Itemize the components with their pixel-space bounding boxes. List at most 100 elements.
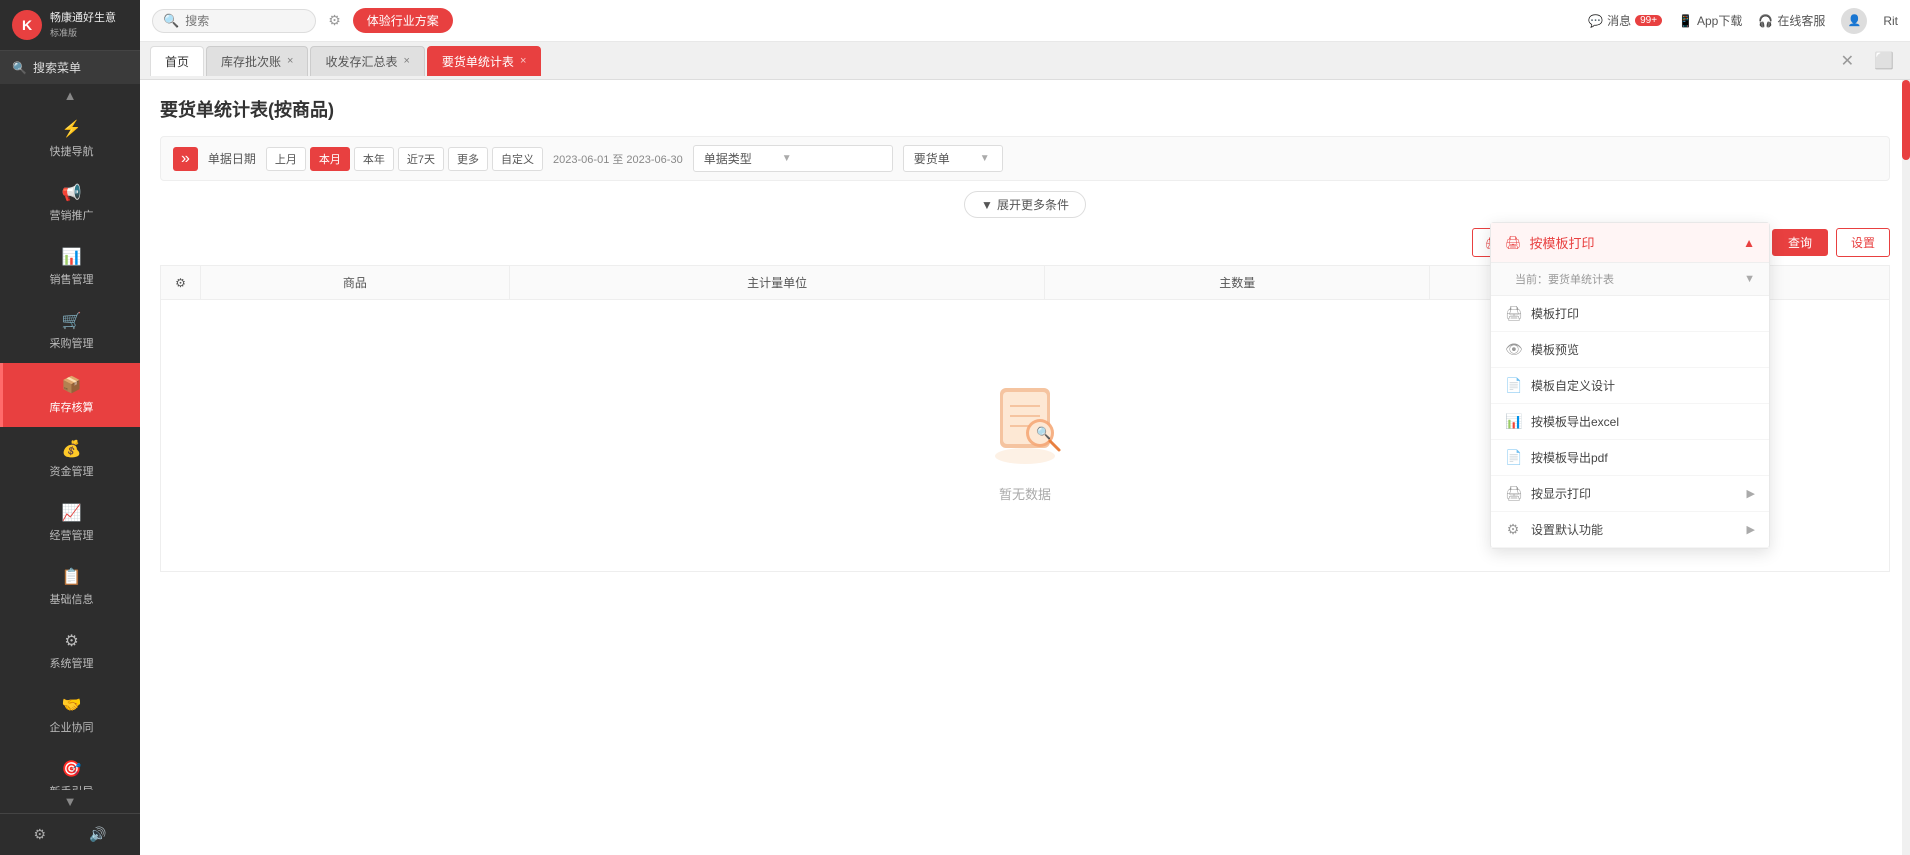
dropdown-template-design[interactable]: 📄 模板自定义设计 [1491, 368, 1769, 404]
guide-icon: 🎯 [62, 759, 82, 779]
dropdown-up-arrow: ▲ [1743, 236, 1755, 250]
dropdown-title: 按模板打印 [1530, 233, 1595, 252]
tab-collection-summary-close[interactable]: × [403, 55, 409, 67]
order-type-filter[interactable]: 要货单 ▼ [903, 145, 1003, 172]
message-badge: 99+ [1635, 15, 1662, 26]
tab-batch-account-close[interactable]: × [287, 55, 293, 67]
template-print-label: 模板打印 [1531, 305, 1579, 322]
this-month-btn[interactable]: 本月 [310, 147, 350, 171]
col-unit: 主计量单位 [509, 266, 1045, 300]
col-product: 商品 [201, 266, 510, 300]
app-logo[interactable]: K 畅康通好生意 标准版 [0, 0, 140, 51]
dropdown-display-print[interactable]: 🖨 按显示打印 ▶ [1491, 476, 1769, 512]
app-badge: 标准版 [50, 26, 116, 39]
tab-order-stats[interactable]: 要货单统计表 × [427, 46, 541, 76]
current-template-label: 当前：要货单统计表 [1515, 271, 1614, 287]
dropdown-template-preview[interactable]: 👁 模板预览 [1491, 332, 1769, 368]
settings-btn[interactable]: 设置 [1836, 228, 1890, 257]
user-name[interactable]: Rit [1883, 14, 1898, 28]
template-preview-label: 模板预览 [1531, 341, 1579, 358]
online-service-action[interactable]: 🎧 在线客服 [1758, 12, 1825, 29]
sidebar-item-purchase[interactable]: 🛒 采购管理 [0, 299, 140, 363]
marketing-icon: 📢 [62, 183, 82, 203]
main-content: 🔍 ⚙ 体验行业方案 💬 消息 99+ 📱 App下载 🎧 在线客服 👤 Ri [140, 0, 1910, 855]
query-btn[interactable]: 查询 [1772, 229, 1828, 256]
logo-icon: K [12, 10, 42, 40]
topbar-gear-icon[interactable]: ⚙ [324, 8, 345, 33]
topbar: 🔍 ⚙ 体验行业方案 💬 消息 99+ 📱 App下载 🎧 在线客服 👤 Ri [140, 0, 1910, 42]
tab-collection-summary-label: 收发存汇总表 [325, 53, 397, 70]
default-func-arrow: ▶ [1747, 523, 1755, 536]
last-7-days-btn[interactable]: 近7天 [398, 147, 444, 171]
avatar-icon: 👤 [1847, 14, 1861, 27]
message-action[interactable]: 💬 消息 99+ [1588, 12, 1662, 29]
topbar-search-box[interactable]: 🔍 [152, 9, 316, 33]
sidebar-item-finance[interactable]: 💰 资金管理 [0, 427, 140, 491]
sidebar-item-marketing[interactable]: 📢 营销推广 [0, 171, 140, 235]
tab-batch-account-label: 库存批次账 [221, 53, 281, 70]
sidebar-item-operation[interactable]: 📈 经营管理 [0, 491, 140, 555]
home-label: 首页 [165, 53, 189, 70]
app-download-label: App下载 [1697, 12, 1742, 29]
sidebar-item-system[interactable]: ⚙ 系统管理 [0, 619, 140, 683]
custom-btn[interactable]: 自定义 [492, 147, 543, 171]
expand-conditions-btn[interactable]: ▼ 展开更多条件 [964, 191, 1086, 218]
expand-label: 展开更多条件 [997, 196, 1069, 213]
tabs-right-actions: ✕ ⬜ [1835, 49, 1900, 73]
tab-close-all-btn[interactable]: ✕ [1835, 49, 1860, 73]
type-filter-select[interactable]: 单据类型 ▼ [693, 145, 893, 172]
dropdown-template-print[interactable]: 🖨 模板打印 [1491, 296, 1769, 332]
default-func-left: ⚙ 设置默认功能 [1505, 521, 1603, 538]
app-download-action[interactable]: 📱 App下载 [1678, 12, 1742, 29]
dropdown-default-func[interactable]: ⚙ 设置默认功能 ▶ [1491, 512, 1769, 548]
tab-collection-summary[interactable]: 收发存汇总表 × [310, 46, 424, 76]
sidebar-item-sales[interactable]: 📊 销售管理 [0, 235, 140, 299]
sound-footer-btn[interactable]: 🔊 [89, 826, 106, 843]
dropdown-current-template[interactable]: 当前：要货单统计表 ▼ [1491, 263, 1769, 296]
more-btn[interactable]: 更多 [448, 147, 488, 171]
online-service-label: 在线客服 [1777, 12, 1825, 29]
dropdown-template-excel[interactable]: 📊 按模板导出excel [1491, 404, 1769, 440]
prev-month-btn[interactable]: 上月 [266, 147, 306, 171]
trial-btn[interactable]: 体验行业方案 [353, 8, 453, 33]
page-area: 要货单统计表(按商品) » 单据日期 上月 本月 本年 近7天 更多 自定义 2… [140, 80, 1910, 855]
sidebar-item-corp[interactable]: 🤝 企业协同 [0, 683, 140, 747]
sidebar-item-basic[interactable]: 📋 基础信息 [0, 555, 140, 619]
sidebar-search[interactable]: 🔍 搜索菜单 [0, 51, 140, 84]
tab-maximize-btn[interactable]: ⬜ [1868, 49, 1900, 73]
tabs-bar: 首页 库存批次账 × 收发存汇总表 × 要货单统计表 × ✕ ⬜ [140, 42, 1910, 80]
sidebar-scroll-up[interactable]: ▲ [0, 84, 140, 107]
message-label: 消息 [1607, 12, 1631, 29]
this-year-btn[interactable]: 本年 [354, 147, 394, 171]
sidebar-item-quick-nav[interactable]: ⚡ 快捷导航 [0, 107, 140, 171]
filter-expand-btn[interactable]: » [173, 147, 198, 171]
topbar-search-input[interactable] [185, 14, 305, 28]
search-label: 搜索菜单 [33, 59, 81, 76]
template-print-icon: 🖨 [1505, 305, 1521, 322]
sidebar-scroll-down[interactable]: ▼ [0, 790, 140, 813]
user-avatar[interactable]: 👤 [1841, 8, 1867, 34]
sidebar-item-label: 资金管理 [50, 463, 94, 479]
tab-home[interactable]: 首页 [150, 46, 204, 76]
template-pdf-label: 按模板导出pdf [1531, 449, 1608, 466]
right-scrollbar[interactable] [1902, 80, 1910, 855]
col-gear[interactable]: ⚙ [161, 266, 201, 300]
tab-order-stats-close[interactable]: × [520, 55, 526, 67]
template-excel-label: 按模板导出excel [1531, 413, 1619, 430]
select-arrow-icon: ▼ [782, 153, 792, 164]
scrollbar-thumb[interactable] [1902, 80, 1910, 160]
default-func-icon: ⚙ [1505, 521, 1521, 538]
table-gear-icon[interactable]: ⚙ [175, 276, 186, 290]
sidebar-footer: ⚙ 🔊 [0, 813, 140, 855]
sidebar-item-inventory[interactable]: 📦 库存核算 [0, 363, 140, 427]
tab-batch-account[interactable]: 库存批次账 × [206, 46, 308, 76]
operation-icon: 📈 [62, 503, 82, 523]
finance-icon: 💰 [62, 439, 82, 459]
dropdown-header[interactable]: 🖨 按模板打印 ▲ [1491, 223, 1769, 263]
search-icon: 🔍 [12, 61, 27, 75]
sidebar: K 畅康通好生意 标准版 🔍 搜索菜单 ▲ ⚡ 快捷导航 📢 营销推广 📊 销售… [0, 0, 140, 855]
sidebar-item-guide[interactable]: 🎯 新手引导 [0, 747, 140, 790]
svg-text:🔍: 🔍 [1036, 425, 1051, 440]
dropdown-template-pdf[interactable]: 📄 按模板导出pdf [1491, 440, 1769, 476]
settings-footer-btn[interactable]: ⚙ [34, 826, 47, 843]
